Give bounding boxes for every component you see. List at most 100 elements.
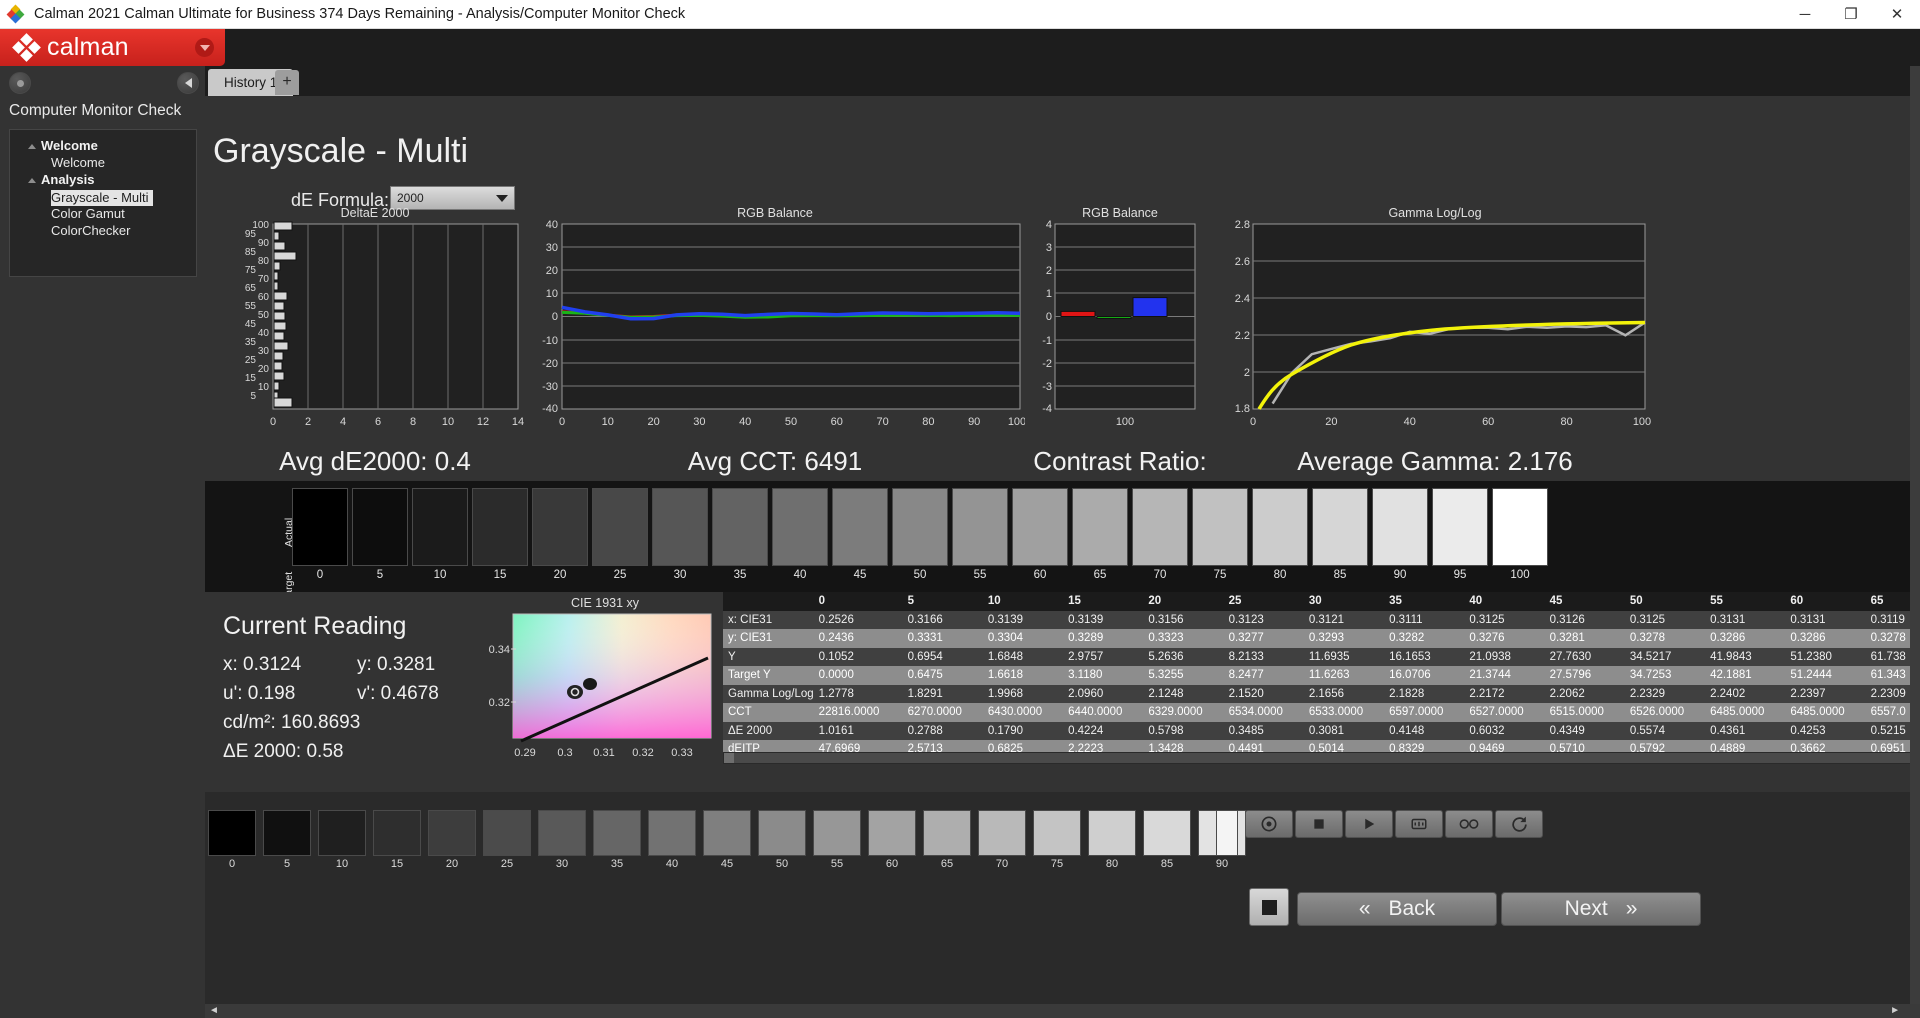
footer-swatch-80[interactable] <box>1088 810 1136 856</box>
footer-swatch-45[interactable] <box>703 810 751 856</box>
sidebar-item-colorchecker[interactable]: ColorChecker <box>10 223 196 239</box>
swatch-label: 80 <box>1273 569 1287 581</box>
page-title: Grayscale - Multi <box>213 132 469 170</box>
minimize-button[interactable]: ─ <box>1782 0 1828 29</box>
cell: 0.3289 <box>1068 632 1104 645</box>
sidebar-group-analysis[interactable]: Analysis <box>10 172 196 188</box>
footer-swatch-65[interactable] <box>923 810 971 856</box>
current-reading-v: v': 0.4678 <box>357 683 439 704</box>
scroll-right-arrow-icon[interactable]: ► <box>1890 1005 1900 1016</box>
bottom-readings-area: Current Reading x: 0.3124 y: 0.3281 u': … <box>205 592 1920 792</box>
svg-text:1: 1 <box>1046 288 1052 300</box>
cell: 0.4349 <box>1549 724 1585 737</box>
cell: 6270.0000 <box>907 706 962 719</box>
cell: 0.6032 <box>1469 724 1505 737</box>
footer-swatch-10[interactable] <box>318 810 366 856</box>
gamma-loglog-chart: Gamma Log/Log 2.8 2.6 2.4 2.2 2 1.8 0 20… <box>1215 206 1655 456</box>
swatch-label: 85 <box>1333 569 1347 581</box>
close-button[interactable]: ✕ <box>1874 0 1920 29</box>
swatch-label: 30 <box>673 569 687 581</box>
svg-text:20: 20 <box>258 364 270 375</box>
row-label: CCT <box>728 706 752 719</box>
footer-swatch-95[interactable] <box>1216 810 1238 856</box>
cell: 41.9843 <box>1710 650 1752 663</box>
footer-swatch-25[interactable] <box>483 810 531 856</box>
swatch-label: 70 <box>1153 569 1167 581</box>
table-horizontal-scrollbar[interactable] <box>723 752 1920 764</box>
page-vertical-scrollbar[interactable] <box>1910 66 1920 1018</box>
cell: 0.3286 <box>1710 632 1746 645</box>
footer-swatch-0[interactable] <box>208 810 256 856</box>
swatch-25 <box>592 488 648 566</box>
footer-swatch-60[interactable] <box>868 810 916 856</box>
scroll-left-arrow-icon[interactable]: ◄ <box>209 1005 219 1016</box>
cell: 42.1881 <box>1710 669 1752 682</box>
gamma-loglog-plot: 2.8 2.6 2.4 2.2 2 1.8 0 20 40 60 80 100 <box>1235 219 1651 428</box>
next-button[interactable]: Next » <box>1501 892 1701 926</box>
footer-swatch-70[interactable] <box>978 810 1026 856</box>
sidebar-item-grayscale-multi[interactable]: Grayscale - Multi <box>51 190 153 206</box>
footer-swatch-30[interactable] <box>538 810 586 856</box>
swatch-80 <box>1252 488 1308 566</box>
rgb-balance-bar-chart: RGB Balance 432 1 0 -1 -2 -3 -4 100 <box>1025 206 1215 456</box>
cell: 0.3139 <box>1068 613 1104 626</box>
current-reading-x: x: 0.3124 <box>223 654 302 675</box>
calman-logo-button[interactable]: calman <box>0 29 225 66</box>
svg-text:0.32: 0.32 <box>632 747 653 759</box>
footer-swatch-label: 50 <box>775 858 789 870</box>
svg-text:14: 14 <box>512 416 524 428</box>
cell: 2.2062 <box>1549 687 1585 700</box>
footer-swatch-50[interactable] <box>758 810 806 856</box>
measurement-data-table[interactable]: 0 5 10 15 20 25 30 35 40 45 50 55 60 65 … <box>723 592 1920 759</box>
brand-dropdown-caret-icon[interactable] <box>195 38 214 57</box>
footer-swatch-55[interactable] <box>813 810 861 856</box>
stop-sequence-button[interactable] <box>1249 888 1289 926</box>
footer-swatch-5[interactable] <box>263 810 311 856</box>
row-label: ΔE 2000 <box>728 724 773 737</box>
svg-text:0: 0 <box>1250 416 1256 428</box>
cell: 51.2444 <box>1790 669 1832 682</box>
cell: 5.3255 <box>1148 669 1184 682</box>
cell: 0.5798 <box>1148 724 1184 737</box>
footer-swatch-85[interactable] <box>1143 810 1191 856</box>
gamma-loglog-title: Gamma Log/Log <box>1388 206 1482 220</box>
sidebar-collapse-icon[interactable] <box>177 72 199 94</box>
target-button[interactable] <box>1245 810 1293 838</box>
svg-text:0.33: 0.33 <box>671 747 692 759</box>
footer-swatch-40[interactable] <box>648 810 696 856</box>
back-label: Back <box>1388 897 1436 920</box>
swatch-label: 50 <box>913 569 927 581</box>
stop-measure-button[interactable] <box>1295 810 1343 838</box>
cell: 16.1653 <box>1389 650 1431 663</box>
svg-text:40: 40 <box>546 219 558 231</box>
cell: 2.1520 <box>1228 687 1264 700</box>
meter-button[interactable] <box>1395 810 1443 838</box>
table-col-30: 30 <box>1303 592 1385 611</box>
avg-de2000-summary: Avg dE2000: 0.4 <box>279 446 471 476</box>
play-measure-button[interactable] <box>1345 810 1393 838</box>
sidebar-item-welcome[interactable]: Welcome <box>10 155 196 171</box>
footer-swatch-20[interactable] <box>428 810 476 856</box>
svg-text:4: 4 <box>1046 219 1052 231</box>
sidebar-group-welcome[interactable]: Welcome <box>10 138 196 154</box>
svg-text:-20: -20 <box>542 358 558 370</box>
footer-swatch-label: 25 <box>500 858 514 870</box>
add-tab-button[interactable]: + <box>275 70 299 95</box>
cell: 0.3131 <box>1710 613 1746 626</box>
swatch-label: 65 <box>1093 569 1107 581</box>
footer-swatch-15[interactable] <box>373 810 421 856</box>
sidebar-power-icon[interactable] <box>9 72 31 94</box>
back-button[interactable]: « Back <box>1297 892 1497 926</box>
row-label: Gamma Log/Log <box>728 687 814 700</box>
footer-swatch-75[interactable] <box>1033 810 1081 856</box>
deltae-chart-title: DeltaE 2000 <box>340 206 410 220</box>
sidebar-item-color-gamut[interactable]: Color Gamut <box>10 206 196 222</box>
link-button[interactable] <box>1445 810 1493 838</box>
table-row: Y 0.1052 0.6954 1.6848 2.9757 5.2636 8.2… <box>723 647 1920 666</box>
refresh-button[interactable] <box>1495 810 1543 838</box>
svg-text:85: 85 <box>245 247 257 258</box>
cell: 0.3276 <box>1469 632 1505 645</box>
footer-swatch-35[interactable] <box>593 810 641 856</box>
maximize-button[interactable]: ❐ <box>1828 0 1874 29</box>
cell: 6485.0000 <box>1710 706 1765 719</box>
